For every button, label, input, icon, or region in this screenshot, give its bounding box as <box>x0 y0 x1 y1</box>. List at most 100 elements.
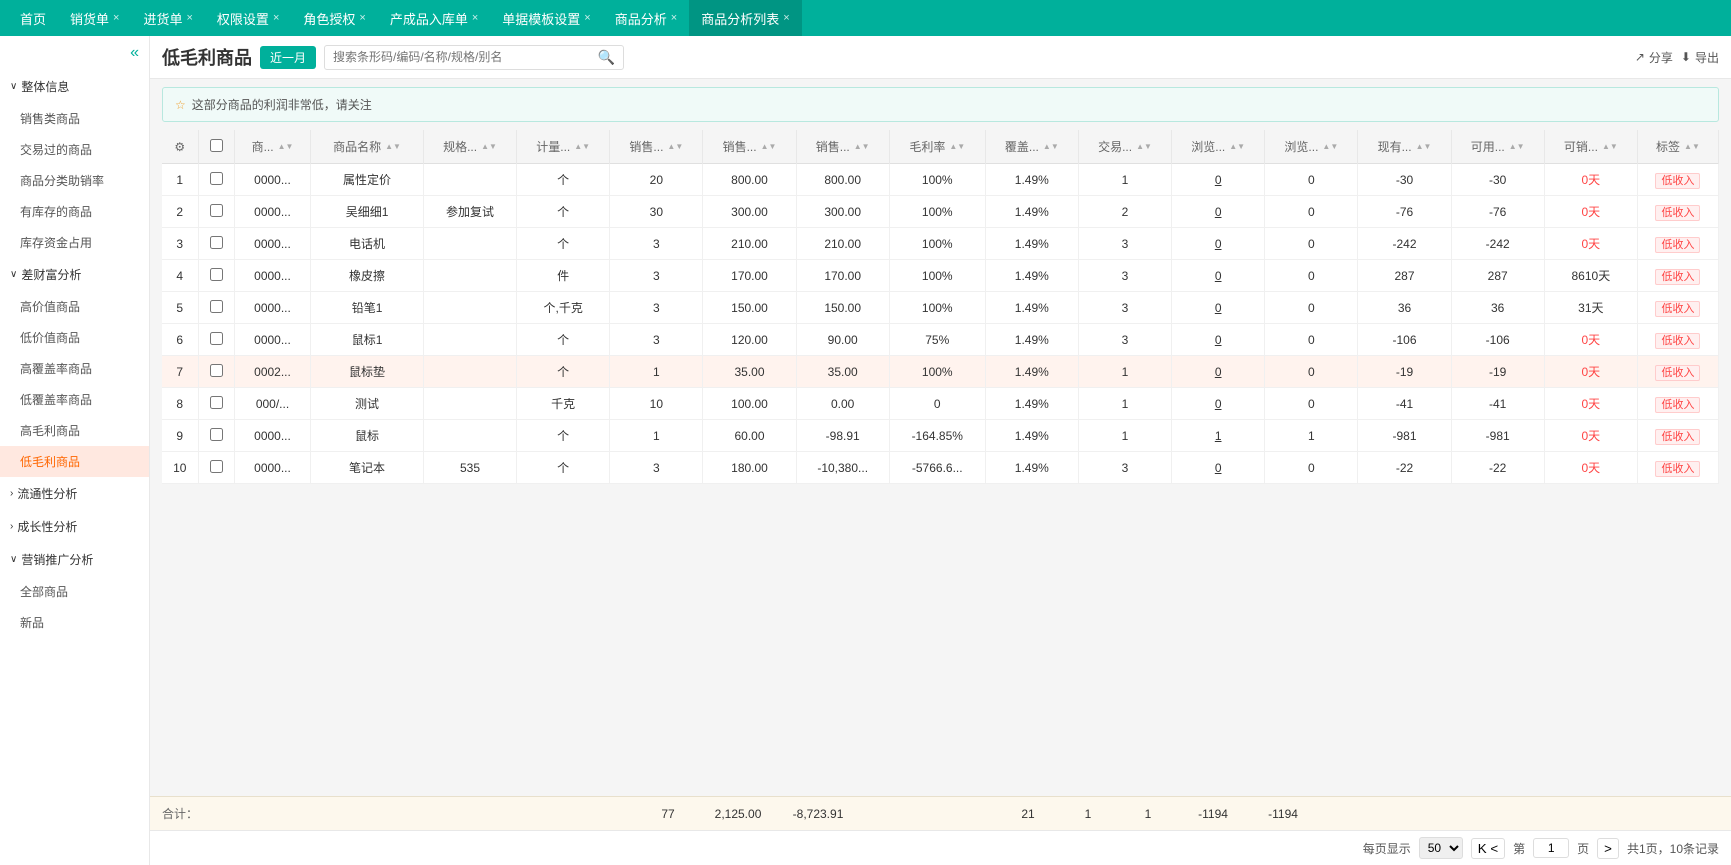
cell-checkbox-row6[interactable] <box>198 324 234 356</box>
col-header-view1[interactable]: 浏览...▲▼ <box>1172 130 1265 164</box>
view-link-4[interactable]: 0 <box>1215 269 1222 283</box>
nav-item-首页[interactable]: 首页 <box>8 0 58 36</box>
row-checkbox-10[interactable] <box>210 460 223 473</box>
sort-icon-gross_margin[interactable]: ▲▼ <box>949 142 965 151</box>
sort-icon-tag[interactable]: ▲▼ <box>1684 142 1700 151</box>
nav-item-进货单[interactable]: 进货单 × <box>131 0 204 36</box>
cell-view1-row3[interactable]: 0 <box>1172 228 1265 260</box>
sort-icon-unit[interactable]: ▲▼ <box>574 142 590 151</box>
sidebar-item-4-1[interactable]: 新品 <box>0 607 149 638</box>
cell-view1-row5[interactable]: 0 <box>1172 292 1265 324</box>
sort-icon-spec[interactable]: ▲▼ <box>481 142 497 151</box>
sidebar-group-4[interactable]: ∨营销推广分析 <box>0 543 149 576</box>
sort-icon-sale_qty[interactable]: ▲▼ <box>667 142 683 151</box>
share-button[interactable]: ↗ 分享 <box>1635 49 1673 66</box>
sidebar-item-1-0[interactable]: 高价值商品 <box>0 291 149 322</box>
cell-view1-row6[interactable]: 0 <box>1172 324 1265 356</box>
per-page-select[interactable]: 50 <box>1419 837 1463 859</box>
nav-close-icon[interactable]: × <box>273 12 279 24</box>
sidebar-item-1-1[interactable]: 低价值商品 <box>0 322 149 353</box>
cell-view1-row4[interactable]: 0 <box>1172 260 1265 292</box>
cell-view1-row1[interactable]: 0 <box>1172 164 1265 196</box>
row-checkbox-8[interactable] <box>210 396 223 409</box>
sidebar-item-4-0[interactable]: 全部商品 <box>0 576 149 607</box>
row-checkbox-1[interactable] <box>210 172 223 185</box>
view-link-1[interactable]: 0 <box>1215 173 1222 187</box>
col-header-sale_profit[interactable]: 销售...▲▼ <box>796 130 889 164</box>
sidebar-item-0-3[interactable]: 有库存的商品 <box>0 196 149 227</box>
date-filter-button[interactable]: 近一月 <box>260 46 316 69</box>
nav-item-角色授权[interactable]: 角色授权 × <box>291 0 377 36</box>
view-link-9[interactable]: 1 <box>1215 429 1222 443</box>
cell-checkbox-row10[interactable] <box>198 452 234 484</box>
row-checkbox-2[interactable] <box>210 204 223 217</box>
view-link-6[interactable]: 0 <box>1215 333 1222 347</box>
nav-close-icon[interactable]: × <box>113 12 119 24</box>
view-link-3[interactable]: 0 <box>1215 237 1222 251</box>
cell-checkbox-row7[interactable] <box>198 356 234 388</box>
row-checkbox-5[interactable] <box>210 300 223 313</box>
col-header-coverage[interactable]: 覆盖...▲▼ <box>985 130 1078 164</box>
next-page-button[interactable]: > <box>1597 838 1619 859</box>
nav-item-商品分析列表[interactable]: 商品分析列表 × <box>689 0 801 36</box>
col-header-stock_available[interactable]: 可用...▲▼ <box>1451 130 1544 164</box>
sidebar-group-3[interactable]: ›成长性分析 <box>0 510 149 543</box>
sort-icon-sale_profit[interactable]: ▲▼ <box>854 142 870 151</box>
sidebar-group-1[interactable]: ∨差财富分析 <box>0 258 149 291</box>
col-header-trade_count[interactable]: 交易...▲▼ <box>1078 130 1171 164</box>
nav-close-icon[interactable]: × <box>472 12 478 24</box>
nav-close-icon[interactable]: × <box>783 12 789 24</box>
view-link-2[interactable]: 0 <box>1215 205 1222 219</box>
row-checkbox-4[interactable] <box>210 268 223 281</box>
row-checkbox-9[interactable] <box>210 428 223 441</box>
sidebar-collapse-button[interactable]: « <box>0 36 149 70</box>
col-header-sale_amount[interactable]: 销售...▲▼ <box>703 130 796 164</box>
col-header-name[interactable]: 商品名称▲▼ <box>311 130 424 164</box>
nav-close-icon[interactable]: × <box>186 12 192 24</box>
sidebar-item-1-3[interactable]: 低覆盖率商品 <box>0 384 149 415</box>
col-header-code[interactable]: 商...▲▼ <box>234 130 310 164</box>
sort-icon-stock_saleable[interactable]: ▲▼ <box>1602 142 1618 151</box>
sort-icon-coverage[interactable]: ▲▼ <box>1043 142 1059 151</box>
row-checkbox-6[interactable] <box>210 332 223 345</box>
view-link-5[interactable]: 0 <box>1215 301 1222 315</box>
sidebar-item-0-1[interactable]: 交易过的商品 <box>0 134 149 165</box>
search-icon[interactable]: 🔍 <box>598 49 615 66</box>
col-header-stock_current[interactable]: 现有...▲▼ <box>1358 130 1451 164</box>
col-header-view2[interactable]: 浏览...▲▼ <box>1265 130 1358 164</box>
nav-item-权限设置[interactable]: 权限设置 × <box>205 0 291 36</box>
select-all-checkbox[interactable] <box>210 139 223 152</box>
sidebar-item-0-2[interactable]: 商品分类助销率 <box>0 165 149 196</box>
cell-checkbox-row1[interactable] <box>198 164 234 196</box>
sidebar-item-0-0[interactable]: 销售类商品 <box>0 103 149 134</box>
prev-page-button[interactable]: K < <box>1471 838 1505 859</box>
sort-icon-view2[interactable]: ▲▼ <box>1322 142 1338 151</box>
sidebar-item-1-5[interactable]: 低毛利商品 <box>0 446 149 477</box>
view-link-10[interactable]: 0 <box>1215 461 1222 475</box>
sort-icon-stock_current[interactable]: ▲▼ <box>1416 142 1432 151</box>
sort-icon-name[interactable]: ▲▼ <box>385 142 401 151</box>
sidebar-group-2[interactable]: ›流通性分析 <box>0 477 149 510</box>
cell-view1-row9[interactable]: 1 <box>1172 420 1265 452</box>
settings-icon[interactable]: ⚙ <box>174 140 185 154</box>
col-header-sale_qty[interactable]: 销售...▲▼ <box>610 130 703 164</box>
nav-close-icon[interactable]: × <box>671 12 677 24</box>
cell-checkbox-row5[interactable] <box>198 292 234 324</box>
col-header-settings[interactable]: ⚙ <box>162 130 198 164</box>
cell-checkbox-row3[interactable] <box>198 228 234 260</box>
sidebar-item-1-2[interactable]: 高覆盖率商品 <box>0 353 149 384</box>
sort-icon-view1[interactable]: ▲▼ <box>1229 142 1245 151</box>
cell-checkbox-row4[interactable] <box>198 260 234 292</box>
nav-close-icon[interactable]: × <box>359 12 365 24</box>
row-checkbox-3[interactable] <box>210 236 223 249</box>
nav-item-销货单[interactable]: 销货单 × <box>58 0 131 36</box>
nav-item-产成品入库单[interactable]: 产成品入库单 × <box>378 0 490 36</box>
cell-checkbox-row8[interactable] <box>198 388 234 420</box>
sidebar-item-0-4[interactable]: 库存资金占用 <box>0 227 149 258</box>
cell-view1-row10[interactable]: 0 <box>1172 452 1265 484</box>
sidebar-group-0[interactable]: ∨整体信息 <box>0 70 149 103</box>
cell-view1-row2[interactable]: 0 <box>1172 196 1265 228</box>
view-link-7[interactable]: 0 <box>1215 365 1222 379</box>
nav-item-商品分析[interactable]: 商品分析 × <box>603 0 689 36</box>
cell-checkbox-row2[interactable] <box>198 196 234 228</box>
